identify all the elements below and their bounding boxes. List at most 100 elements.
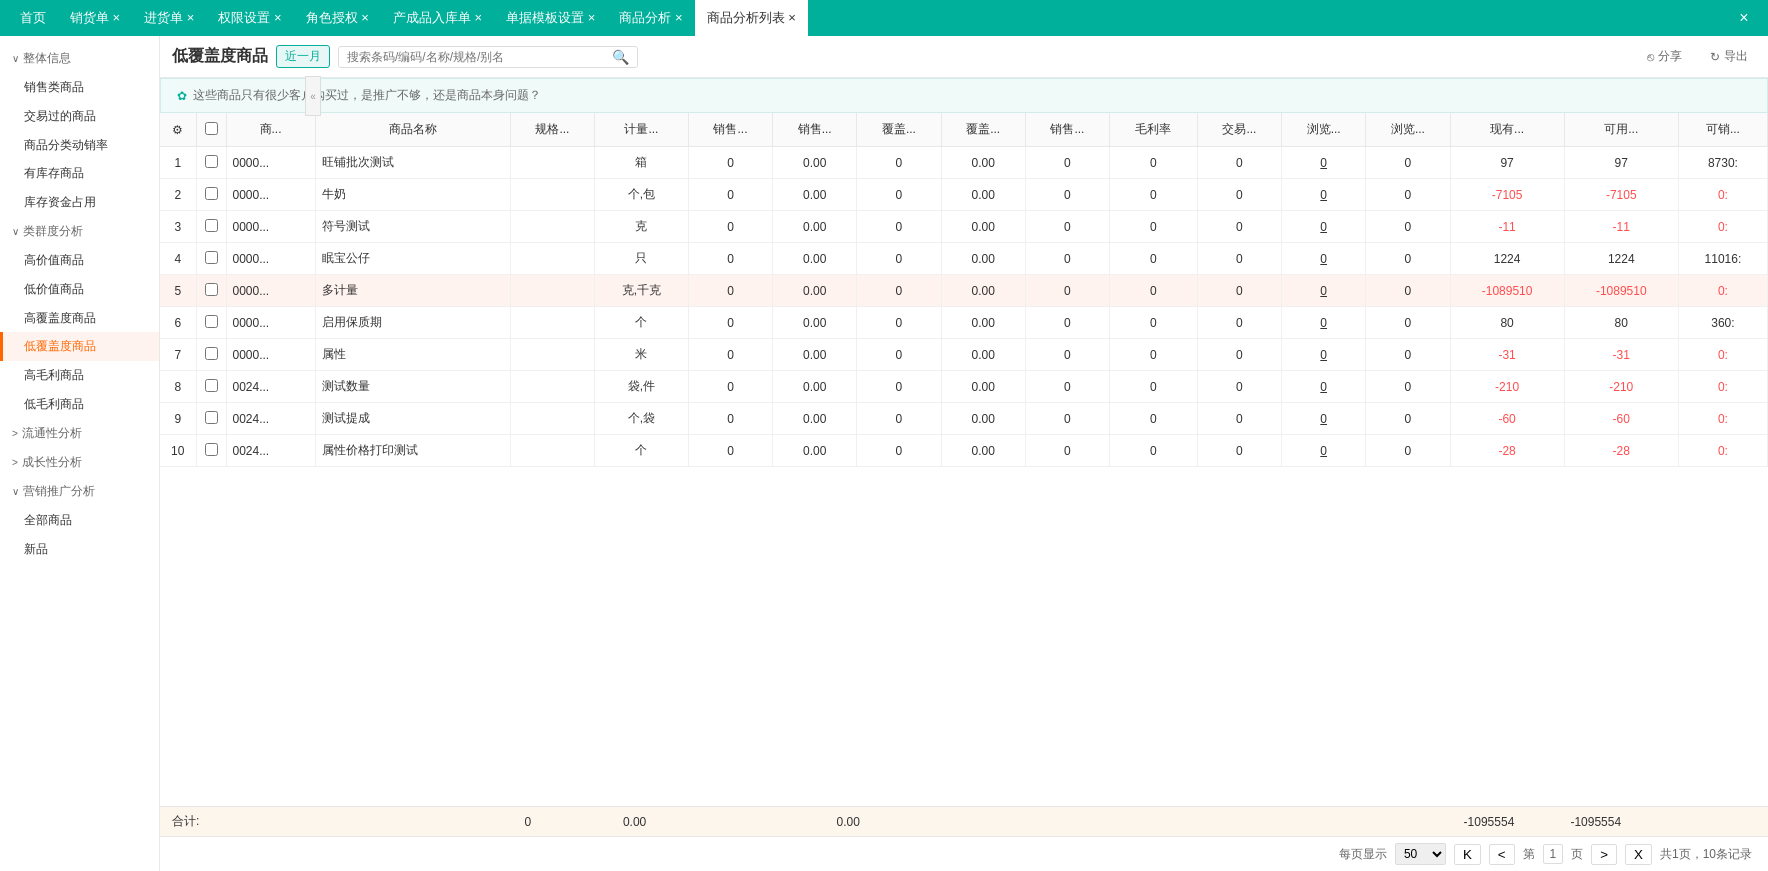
sidebar-section-cluster[interactable]: ∨ 类群度分析	[0, 217, 159, 246]
table-footer: 合计: 0 0.00 0.00 -1095554 -1095554	[160, 806, 1768, 836]
sidebar-item-high-margin[interactable]: 高毛利商品	[0, 361, 159, 390]
row-checkbox[interactable]	[196, 435, 226, 467]
row-select-checkbox[interactable]	[205, 283, 218, 296]
sidebar-item-stocked-goods[interactable]: 有库存商品	[0, 159, 159, 188]
nav-sales[interactable]: 销货单 ×	[58, 0, 132, 36]
page-prefix-label: 第	[1523, 846, 1535, 863]
row-sales-amt: 0.00	[773, 243, 857, 275]
row-select-checkbox[interactable]	[205, 187, 218, 200]
nav-goods-analysis-list[interactable]: 商品分析列表 ×	[695, 0, 808, 36]
sidebar-section-growth[interactable]: > 成长性分析	[0, 448, 159, 477]
row-select-checkbox[interactable]	[205, 411, 218, 424]
row-browse1[interactable]: 0	[1282, 211, 1366, 243]
first-page-button[interactable]: K	[1454, 844, 1481, 865]
row-unit: 袋,件	[595, 371, 689, 403]
row-browse2: 0	[1366, 275, 1450, 307]
row-select-checkbox[interactable]	[205, 155, 218, 168]
export-icon: ↻	[1710, 50, 1720, 64]
date-filter-recent-month[interactable]: 近一月	[276, 45, 330, 68]
sidebar-collapse-button[interactable]: «	[305, 76, 321, 116]
col-sales-amt-header: 销售...	[773, 113, 857, 147]
row-checkbox[interactable]	[196, 243, 226, 275]
row-checkbox[interactable]	[196, 275, 226, 307]
nav-product-warehouse[interactable]: 产成品入库单 ×	[381, 0, 494, 36]
row-select-checkbox[interactable]	[205, 251, 218, 264]
sidebar-section-flow[interactable]: > 流通性分析	[0, 419, 159, 448]
row-name: 启用保质期	[315, 307, 510, 339]
row-browse1[interactable]: 0	[1282, 147, 1366, 179]
row-checkbox[interactable]	[196, 147, 226, 179]
row-checkbox[interactable]	[196, 179, 226, 211]
nav-purchase[interactable]: 进货单 ×	[132, 0, 206, 36]
row-coverage1: 0	[857, 403, 941, 435]
nav-role[interactable]: 角色授权 ×	[294, 0, 381, 36]
share-button[interactable]: ⎋ 分享	[1639, 44, 1690, 69]
sidebar-item-low-coverage[interactable]: 低覆盖度商品	[0, 332, 159, 361]
row-select-checkbox[interactable]	[205, 443, 218, 456]
sidebar-item-low-value[interactable]: 低价值商品	[0, 275, 159, 304]
row-browse1[interactable]: 0	[1282, 371, 1366, 403]
sidebar-item-high-value[interactable]: 高价值商品	[0, 246, 159, 275]
nav-template[interactable]: 单据模板设置 ×	[494, 0, 607, 36]
sidebar-section-overall[interactable]: ∨ 整体信息	[0, 44, 159, 73]
nav-home[interactable]: 首页	[8, 0, 58, 36]
row-gross-margin: 0	[1110, 307, 1198, 339]
row-browse1[interactable]: 0	[1282, 307, 1366, 339]
row-select-checkbox[interactable]	[205, 347, 218, 360]
row-browse1[interactable]: 0	[1282, 179, 1366, 211]
sidebar-item-high-coverage[interactable]: 高覆盖度商品	[0, 304, 159, 333]
row-spec	[510, 339, 594, 371]
row-select-checkbox[interactable]	[205, 315, 218, 328]
sidebar-item-sales-goods[interactable]: 销售类商品	[0, 73, 159, 102]
col-checkbox[interactable]	[196, 113, 226, 147]
sidebar-item-inventory-capital[interactable]: 库存资金占用	[0, 188, 159, 217]
sidebar-section-marketing[interactable]: ∨ 营销推广分析	[0, 477, 159, 506]
window-close-button[interactable]: ×	[1728, 2, 1760, 34]
row-coverage1: 0	[857, 179, 941, 211]
sidebar-section-flow-label: 流通性分析	[22, 425, 82, 442]
row-checkbox[interactable]	[196, 211, 226, 243]
row-select-checkbox[interactable]	[205, 219, 218, 232]
row-sales-qty: 0	[688, 243, 772, 275]
sidebar-item-new-goods[interactable]: 新品	[0, 535, 159, 564]
row-browse1[interactable]: 0	[1282, 435, 1366, 467]
row-select-checkbox[interactable]	[205, 379, 218, 392]
row-browse1[interactable]: 0	[1282, 339, 1366, 371]
search-icon[interactable]: 🔍	[612, 49, 629, 65]
row-browse2: 0	[1366, 211, 1450, 243]
table-row: 4 0000... 眠宝公仔 只 0 0.00 0 0.00 0 0 0 0 0…	[160, 243, 1768, 275]
export-button[interactable]: ↻ 导出	[1702, 44, 1756, 69]
row-checkbox[interactable]	[196, 339, 226, 371]
table-wrapper[interactable]: ⚙ 商... 商品名称 规格... 计量... 销售... 销售... 覆盖..…	[160, 113, 1768, 806]
sidebar-item-category-rate[interactable]: 商品分类动销率	[0, 131, 159, 160]
nav-permission[interactable]: 权限设置 ×	[206, 0, 293, 36]
row-browse1[interactable]: 0	[1282, 275, 1366, 307]
sidebar-item-low-margin[interactable]: 低毛利商品	[0, 390, 159, 419]
last-page-button[interactable]: X	[1625, 844, 1652, 865]
row-checkbox[interactable]	[196, 307, 226, 339]
row-browse1[interactable]: 0	[1282, 243, 1366, 275]
nav-goods-analysis[interactable]: 商品分析 ×	[607, 0, 694, 36]
col-settings[interactable]: ⚙	[160, 113, 196, 147]
row-trade: 0	[1197, 211, 1281, 243]
row-browse1[interactable]: 0	[1282, 403, 1366, 435]
row-unit: 个	[595, 307, 689, 339]
row-coverage2: 0.00	[941, 435, 1025, 467]
prev-page-button[interactable]: <	[1489, 844, 1515, 865]
search-input[interactable]	[347, 50, 612, 64]
current-page-number[interactable]: 1	[1543, 844, 1564, 864]
sidebar-item-traded-goods[interactable]: 交易过的商品	[0, 102, 159, 131]
row-unit: 个	[595, 435, 689, 467]
settings-icon[interactable]: ⚙	[172, 123, 183, 137]
select-all-checkbox[interactable]	[205, 122, 218, 135]
per-page-select[interactable]: 50 20 100	[1395, 843, 1446, 865]
row-checkbox[interactable]	[196, 371, 226, 403]
row-available: -1089510	[1564, 275, 1678, 307]
row-checkbox[interactable]	[196, 403, 226, 435]
row-sales-amt: 0.00	[773, 435, 857, 467]
sidebar-item-all-goods[interactable]: 全部商品	[0, 506, 159, 535]
row-coverage1: 0	[857, 147, 941, 179]
next-page-button[interactable]: >	[1591, 844, 1617, 865]
table-row: 7 0000... 属性 米 0 0.00 0 0.00 0 0 0 0 0 -…	[160, 339, 1768, 371]
row-sales-qty: 0	[688, 403, 772, 435]
